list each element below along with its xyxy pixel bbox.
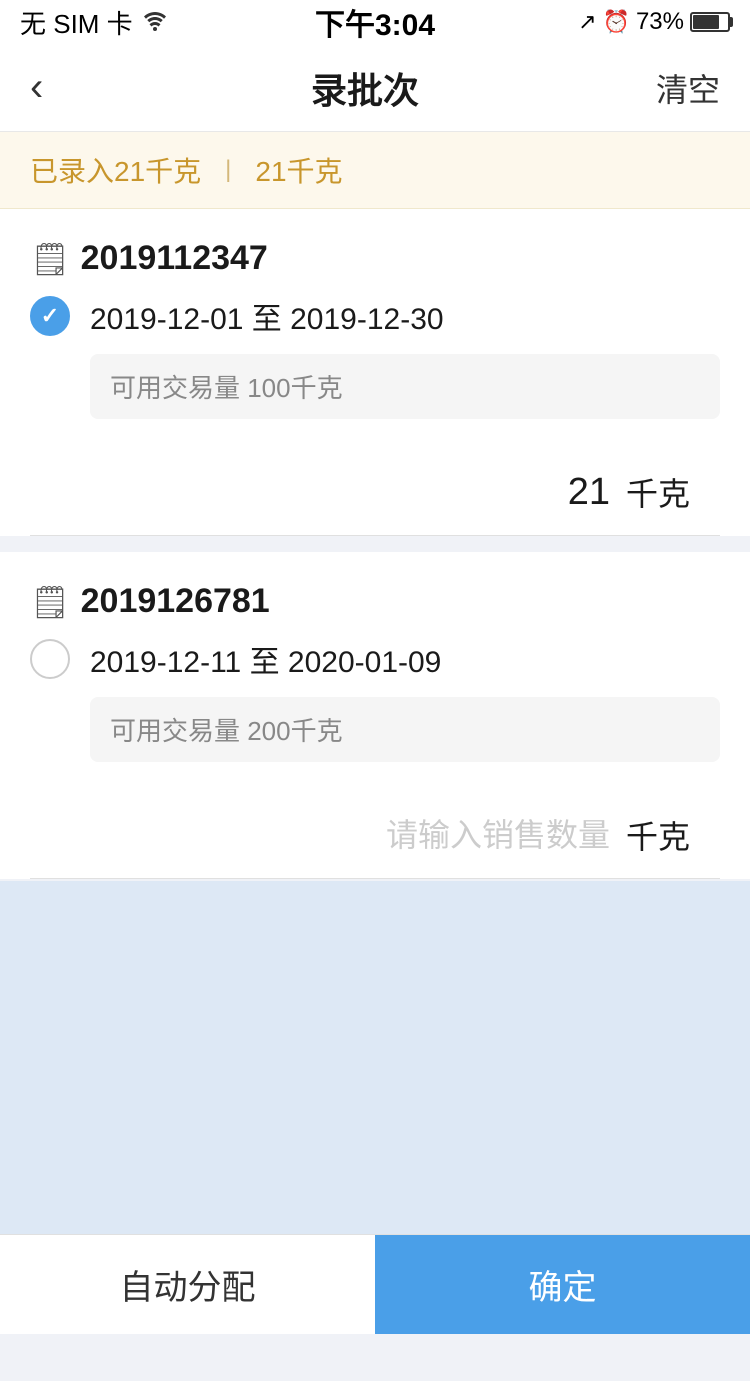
batch1-qty-value: 21: [568, 471, 610, 514]
auto-distribute-button[interactable]: 自动分配: [0, 1235, 375, 1334]
batch1-id: 2019112347: [81, 239, 268, 278]
batch2-radio[interactable]: [30, 639, 70, 679]
summary-divider: |: [225, 156, 231, 184]
total-label: 21千克: [255, 150, 342, 190]
summary-banner: 已录入21千克 | 21千克: [0, 132, 750, 209]
batch1-input-row: 21 千克: [30, 449, 720, 536]
batch2-header: 🗒 2019126781: [30, 582, 720, 621]
batch1-radio[interactable]: ✓: [30, 296, 70, 336]
batch2-qty-unit: 千克: [626, 812, 690, 858]
batch1-header: 🗒 2019112347: [30, 239, 720, 278]
nav-bar: ‹ 录批次 清空: [0, 44, 750, 132]
wifi-icon: [141, 7, 169, 38]
batch2-date: 2019-12-11 至 2020-01-09: [90, 637, 441, 681]
page-title: 录批次: [311, 62, 419, 114]
status-left: 无 SIM 卡: [20, 4, 169, 41]
status-bar: 无 SIM 卡 下午3:04 ↗ ⏰ 73%: [0, 0, 750, 44]
time-display: 下午3:04: [315, 0, 435, 44]
batch2-date-row: 2019-12-11 至 2020-01-09: [30, 637, 720, 681]
alarm-icon: ⏰: [603, 9, 630, 35]
sim-label: 无 SIM 卡: [20, 4, 133, 41]
batch2-available: 可用交易量 200千克: [90, 697, 720, 762]
confirm-button[interactable]: 确定: [375, 1235, 750, 1334]
batch1-checkmark: ✓: [41, 303, 59, 329]
batch1-available: 可用交易量 100千克: [90, 354, 720, 419]
status-right: ↗ ⏰ 73%: [578, 8, 730, 36]
batch2-id: 2019126781: [81, 582, 270, 621]
clear-button[interactable]: 清空: [640, 65, 720, 111]
footer: 自动分配 确定: [0, 1234, 750, 1334]
batch2-card: 🗒 2019126781 2019-12-11 至 2020-01-09 可用交…: [0, 552, 750, 879]
batch2-icon: 🗒: [30, 583, 71, 621]
bottom-empty-area: [0, 881, 750, 1281]
back-button[interactable]: ‹: [30, 65, 90, 110]
batch2-qty-input[interactable]: [190, 817, 610, 854]
location-icon: ↗: [578, 9, 596, 35]
batch1-date: 2019-12-01 至 2019-12-30: [90, 294, 444, 338]
recorded-label: 已录入21千克: [30, 150, 201, 190]
battery-pct-label: 73%: [636, 8, 684, 36]
batch2-input-row[interactable]: 千克: [30, 792, 720, 879]
batch1-qty-unit: 千克: [626, 469, 690, 515]
batch1-card: 🗒 2019112347 ✓ 2019-12-01 至 2019-12-30 可…: [0, 209, 750, 536]
battery-icon: [690, 12, 730, 32]
batch1-date-row: ✓ 2019-12-01 至 2019-12-30: [30, 294, 720, 338]
batch1-icon: 🗒: [30, 240, 71, 278]
